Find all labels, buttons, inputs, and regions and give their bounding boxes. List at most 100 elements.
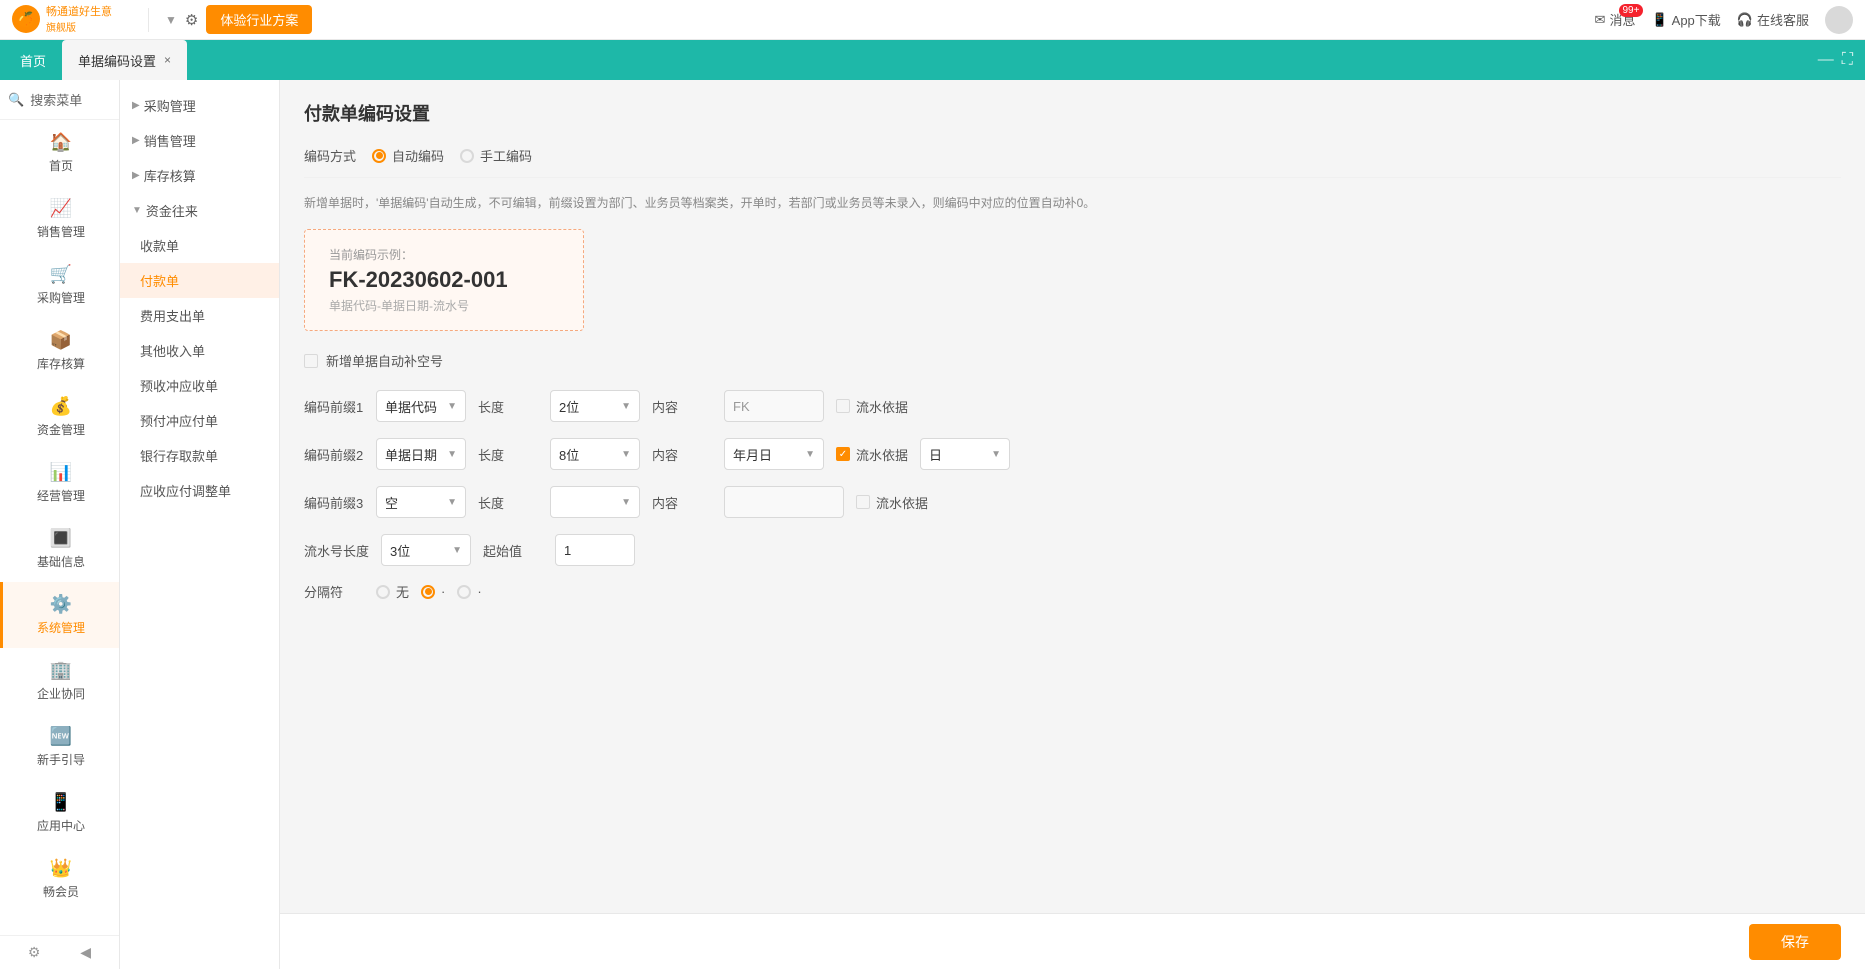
sub-sidebar: ▶ 采购管理 ▶ 销售管理 ▶ 库存核算 bbox=[120, 80, 280, 969]
sub-item-other-income[interactable]: 其他收入单 bbox=[120, 333, 279, 368]
water3-label: 流水依据 bbox=[876, 493, 928, 512]
online-service-button[interactable]: 🎧 在线客服 bbox=[1737, 10, 1809, 29]
length3-dropdown-arrow: ▼ bbox=[621, 497, 631, 508]
info-text: 新增单据时，'单据编码'自动生成，不可编辑，前缀设置为部门、业务员等档案类，开单… bbox=[304, 194, 1841, 213]
radio-auto-dot[interactable] bbox=[372, 149, 386, 163]
separator-dash-radio[interactable]: · bbox=[421, 584, 445, 599]
water1-checkbox[interactable]: 流水依据 bbox=[836, 397, 908, 416]
water2-label: 流水依据 bbox=[856, 445, 908, 464]
sidebar-item-member[interactable]: 👑 畅会员 bbox=[0, 846, 119, 912]
start-value-input[interactable]: 1 bbox=[555, 534, 635, 566]
adjustment-label: 应收应付调整单 bbox=[140, 484, 231, 499]
system-icon: ⚙️ bbox=[50, 594, 72, 615]
group-funds-title[interactable]: ▼ 资金往来 bbox=[120, 193, 279, 228]
tab-encoding-settings[interactable]: 单据编码设置 × bbox=[62, 40, 187, 80]
sidebar-item-appcenter[interactable]: 📱 应用中心 bbox=[0, 780, 119, 846]
messages-button[interactable]: ✉ 消息 99+ bbox=[1595, 10, 1636, 29]
sub-item-expense[interactable]: 费用支出单 bbox=[120, 298, 279, 333]
app-download-button[interactable]: 📱 App下载 bbox=[1651, 10, 1720, 29]
prefix1-select[interactable]: 单据代码 ▼ bbox=[376, 390, 466, 422]
code-preview-box: 当前编码示例： FK-20230602-001 单据代码-单据日期-流水号 bbox=[304, 229, 584, 331]
encoding-method-label: 编码方式 bbox=[304, 146, 356, 165]
length2-select[interactable]: 8位 ▼ bbox=[550, 438, 640, 470]
sub-item-adjustment[interactable]: 应收应付调整单 bbox=[120, 473, 279, 508]
length1-select[interactable]: 2位 ▼ bbox=[550, 390, 640, 422]
prefix2-value: 单据日期 bbox=[385, 445, 437, 464]
sidebar-item-system-label: 系统管理 bbox=[37, 619, 85, 636]
user-avatar[interactable] bbox=[1825, 6, 1853, 34]
group-inventory-title[interactable]: ▶ 库存核算 bbox=[120, 158, 279, 193]
tab-close-icon[interactable]: × bbox=[164, 53, 171, 67]
page-title: 付款单编码设置 bbox=[304, 100, 1841, 126]
water3-checkbox-box[interactable] bbox=[856, 495, 870, 509]
sidebar-item-basic[interactable]: 🔳 基础信息 bbox=[0, 516, 119, 582]
nav-chevron[interactable]: ▼ bbox=[165, 13, 177, 27]
tab-minimize-icon[interactable]: — bbox=[1818, 51, 1834, 69]
auto-fill-checkbox[interactable] bbox=[304, 354, 318, 368]
sub-item-receipt[interactable]: 收款单 bbox=[120, 228, 279, 263]
water2-checkbox[interactable]: ✓ 流水依据 bbox=[836, 445, 908, 464]
radio-auto-label: 自动编码 bbox=[392, 146, 444, 165]
download-icon: 📱 bbox=[1651, 12, 1667, 28]
water2-cycle-select[interactable]: 日 ▼ bbox=[920, 438, 1010, 470]
content1-input[interactable]: FK bbox=[724, 390, 824, 422]
sidebar-item-home[interactable]: 🏠 首页 bbox=[0, 120, 119, 186]
prefix3-select[interactable]: 空 ▼ bbox=[376, 486, 466, 518]
separator-dot-radio[interactable]: · bbox=[457, 584, 481, 599]
save-button[interactable]: 保存 bbox=[1749, 924, 1841, 960]
start-value: 1 bbox=[564, 543, 571, 558]
settings-icon[interactable]: ⚙ bbox=[185, 11, 198, 29]
enterprise-icon: 🏢 bbox=[50, 660, 72, 681]
content2-select[interactable]: 年月日 ▼ bbox=[724, 438, 824, 470]
sidebar-item-guide[interactable]: 🆕 新手引导 bbox=[0, 714, 119, 780]
sub-item-advance-payable[interactable]: 预付冲应付单 bbox=[120, 403, 279, 438]
water1-checkbox-box[interactable] bbox=[836, 399, 850, 413]
group-sales-title[interactable]: ▶ 销售管理 bbox=[120, 123, 279, 158]
sub-item-payment[interactable]: 付款单 bbox=[120, 263, 279, 298]
group-inventory-label: 库存核算 bbox=[144, 166, 196, 185]
sub-item-advance-receivable[interactable]: 预收冲应收单 bbox=[120, 368, 279, 403]
sidebar-item-finance[interactable]: 💰 资金管理 bbox=[0, 384, 119, 450]
logo-sub: 旗舰版 bbox=[46, 19, 112, 34]
tab-maximize-icon[interactable]: ⛶ bbox=[1842, 51, 1853, 69]
separator-none-dot[interactable] bbox=[376, 585, 390, 599]
tab-home[interactable]: 首页 bbox=[4, 40, 62, 80]
bank-label: 银行存取款单 bbox=[140, 449, 218, 464]
finance-icon: 💰 bbox=[50, 396, 72, 417]
serial-length-select[interactable]: 3位 ▼ bbox=[381, 534, 471, 566]
sidebar-item-sales[interactable]: 📈 销售管理 bbox=[0, 186, 119, 252]
separator-none-radio[interactable]: 无 bbox=[376, 582, 409, 601]
sidebar-item-system[interactable]: ⚙️ 系统管理 bbox=[0, 582, 119, 648]
sales-icon: 📈 bbox=[50, 198, 72, 219]
content3-label: 内容 bbox=[652, 493, 712, 512]
radio-auto[interactable]: 自动编码 bbox=[372, 146, 444, 165]
sidebar-item-member-label: 畅会员 bbox=[43, 883, 79, 900]
purchase-icon: 🛒 bbox=[50, 264, 72, 285]
sidebar-settings-icon[interactable]: ⚙ bbox=[28, 944, 41, 961]
group-purchase-title[interactable]: ▶ 采购管理 bbox=[120, 88, 279, 123]
length3-select[interactable]: ▼ bbox=[550, 486, 640, 518]
water3-checkbox[interactable]: 流水依据 bbox=[856, 493, 928, 512]
group-funds: ▼ 资金往来 收款单 付款单 费用支出单 其他收入单 bbox=[120, 193, 279, 508]
sidebar-item-basic-label: 基础信息 bbox=[37, 553, 85, 570]
sidebar-item-purchase-label: 采购管理 bbox=[37, 289, 85, 306]
main-layout: 🔍 搜索菜单 🏠 首页 📈 销售管理 🛒 采购管理 📦 库存核算 💰 资金管理 … bbox=[0, 80, 1865, 969]
sidebar-item-enterprise[interactable]: 🏢 企业协同 bbox=[0, 648, 119, 714]
sidebar-item-inventory[interactable]: 📦 库存核算 bbox=[0, 318, 119, 384]
promo-button[interactable]: 体验行业方案 bbox=[206, 5, 312, 34]
sidebar-item-purchase[interactable]: 🛒 采购管理 bbox=[0, 252, 119, 318]
sidebar-item-operations[interactable]: 📊 经营管理 bbox=[0, 450, 119, 516]
water2-checkbox-box[interactable]: ✓ bbox=[836, 447, 850, 461]
sidebar-collapse-icon[interactable]: ◀ bbox=[80, 944, 91, 961]
content3-input[interactable] bbox=[724, 486, 844, 518]
separator-label: 分隔符 bbox=[304, 582, 364, 601]
separator-dash-dot[interactable] bbox=[421, 585, 435, 599]
auto-fill-checkbox-row[interactable]: 新增单据自动补空号 bbox=[304, 351, 1841, 370]
radio-manual-dot[interactable] bbox=[460, 149, 474, 163]
sidebar-item-sales-label: 销售管理 bbox=[37, 223, 85, 240]
sub-item-bank[interactable]: 银行存取款单 bbox=[120, 438, 279, 473]
prefix2-select[interactable]: 单据日期 ▼ bbox=[376, 438, 466, 470]
radio-manual[interactable]: 手工编码 bbox=[460, 146, 532, 165]
sidebar-search[interactable]: 🔍 搜索菜单 bbox=[0, 80, 119, 120]
separator-dot-dot[interactable] bbox=[457, 585, 471, 599]
